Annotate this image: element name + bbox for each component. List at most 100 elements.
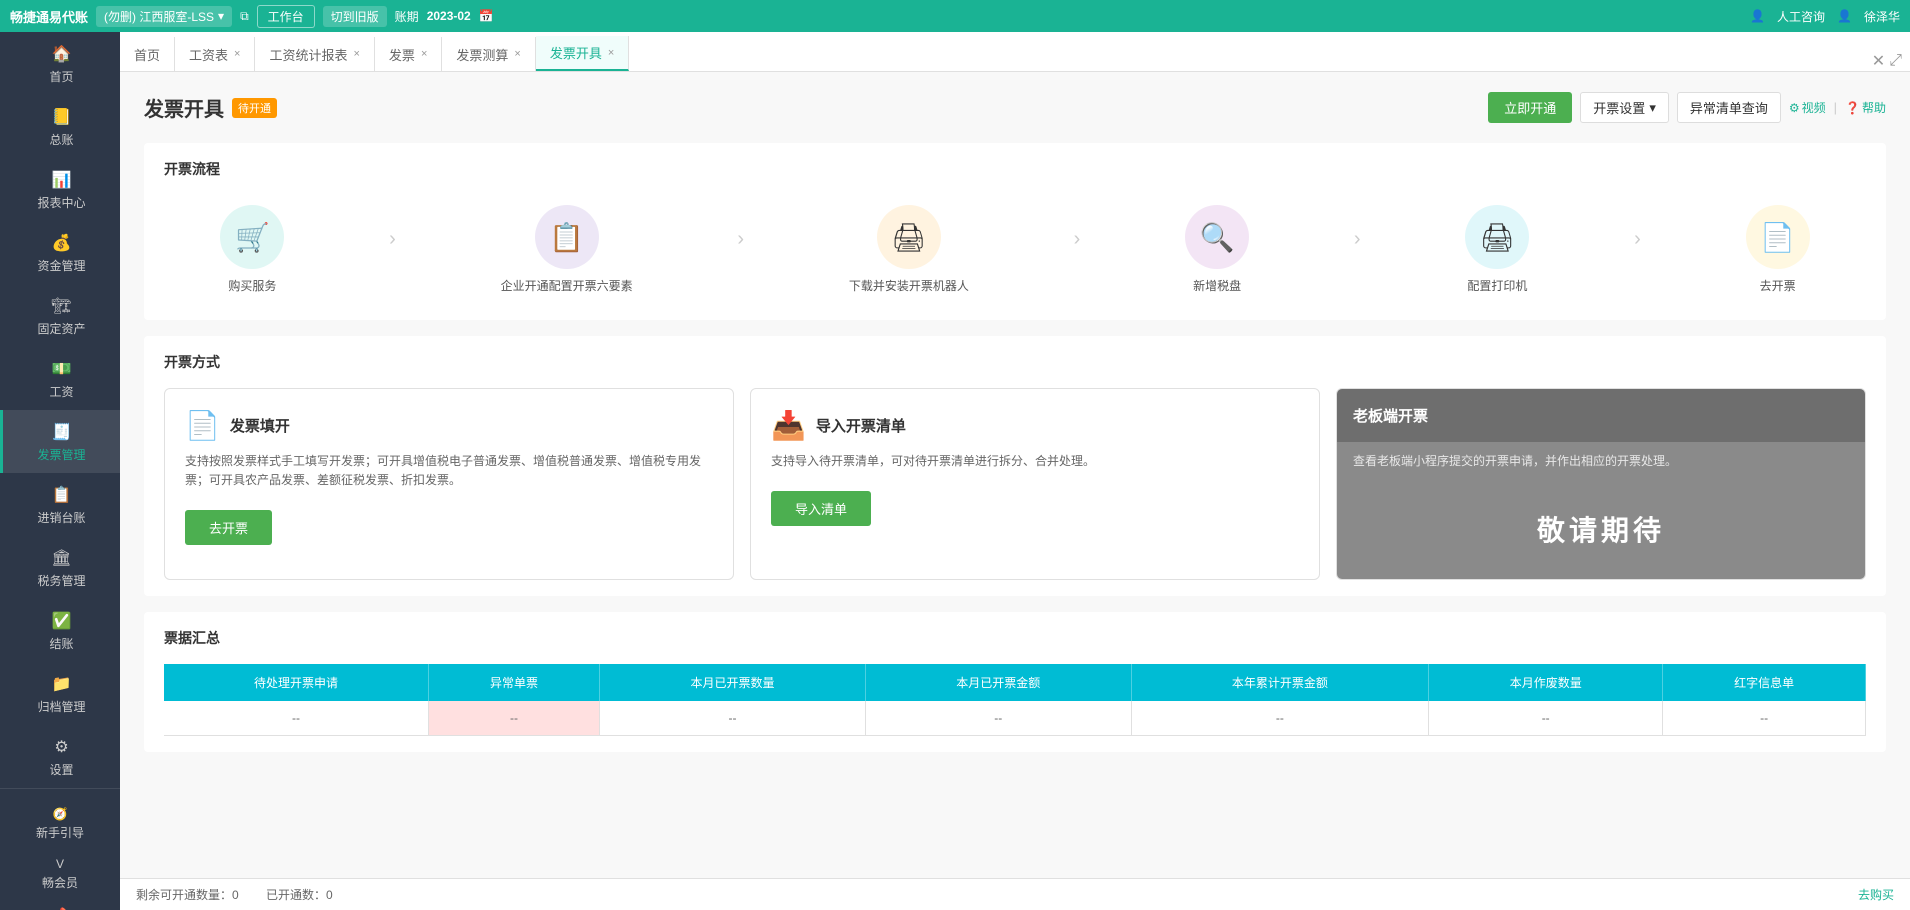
sidebar-label-invoice: 发票管理 (37, 446, 85, 463)
sidebar-item-funds[interactable]: 💰 资金管理 (0, 221, 120, 284)
support-icon: 👤 (1750, 9, 1765, 23)
coming-soon-text: 敬请期待 (1537, 509, 1665, 549)
table-cell: -- (600, 701, 866, 736)
flow-step-issue[interactable]: 📄 去开票 (1746, 205, 1810, 294)
flow-step-add-tax[interactable]: 🔍 新增税盘 (1185, 205, 1249, 294)
flow-step-icon-add-tax: 🔍 (1185, 205, 1249, 269)
flow-step-label-add-tax: 新增税盘 (1193, 277, 1241, 294)
tab-invoice-list[interactable]: 发票 × (375, 37, 442, 71)
tab-payroll-table[interactable]: 工资表× (175, 37, 255, 71)
sidebar-label-guide: 新手引导 (36, 824, 84, 841)
flow-step-icon-config: 📋 (535, 205, 599, 269)
summary-section: 票据汇总 待处理开票申请异常单票本月已开票数量本月已开票金额本年累计开票金额本月… (144, 612, 1886, 752)
help-icon: ❓ (1845, 101, 1860, 115)
sidebar-item-invoice[interactable]: 🧾 发票管理 (0, 410, 120, 473)
sidebar-icon-vip: V (56, 857, 64, 871)
table-cell: -- (1131, 701, 1428, 736)
tab-home[interactable]: 首页 (120, 37, 175, 71)
main-layout: 🏠 首页 📒 总账 📊 报表中心 💰 资金管理 🏗 固定资产 💵 工资 🧾 发票… (0, 32, 1910, 910)
anomaly-query-button[interactable]: 异常清单查询 (1677, 92, 1781, 123)
sidebar-item-ledger[interactable]: 📒 总账 (0, 95, 120, 158)
sidebar-item-settings[interactable]: ⚙ 设置 (0, 725, 120, 788)
status-badge: 待开通 (232, 98, 277, 118)
summary-table-header: 待处理开票申请 (164, 664, 428, 701)
sidebar-icon-reports: 📊 (52, 170, 72, 190)
sidebar-item-purchase[interactable]: 📋 进销台账 (0, 473, 120, 536)
copy-icon[interactable]: ⧉ (240, 9, 249, 24)
tab-label-home: 首页 (134, 45, 160, 64)
support-link[interactable]: 人工咨询 (1777, 8, 1825, 25)
workspace-button[interactable]: 工作台 (257, 5, 315, 28)
dropdown-arrow-icon: ▾ (1649, 100, 1656, 116)
sidebar-icon-settle: ✅ (52, 611, 72, 631)
tab-invoice-calc[interactable]: 发票测算 × (442, 37, 535, 71)
help-link[interactable]: ❓ 帮助 (1845, 99, 1886, 116)
close-tab-icon[interactable]: ✕ (1872, 51, 1885, 71)
summary-table-header: 本年累计开票金额 (1131, 664, 1428, 701)
method-cards: 📄 发票填开 支持按照发票样式手工填写开发票；可开具增值税电子普通发票、增值税普… (164, 388, 1866, 580)
company-selector[interactable]: (勿删) 江西服室-LSS ▾ (96, 6, 232, 27)
calendar-icon[interactable]: 📅 (479, 9, 494, 23)
period-label: 账期 (395, 8, 419, 25)
settings-button[interactable]: 开票设置 ▾ (1580, 92, 1669, 123)
tab-close-payroll-table[interactable]: × (234, 48, 240, 60)
page-title: 发票开具 (144, 93, 224, 122)
tab-label-invoice-calc: 发票测算 (456, 45, 508, 64)
sidebar-item-tax[interactable]: 🏛 税务管理 (0, 536, 120, 599)
table-cell: -- (164, 701, 428, 736)
tab-close-invoice-list[interactable]: × (421, 48, 427, 60)
sidebar-item-vip[interactable]: V 畅会员 (0, 849, 120, 899)
sidebar-item-home[interactable]: 🏠 首页 (0, 32, 120, 95)
sidebar-item-archive[interactable]: 📁 归档管理 (0, 662, 120, 725)
flow-step-config[interactable]: 📋 企业开通配置开票六要素 (501, 205, 633, 294)
flow-step-label-buy-service: 购买服务 (228, 277, 276, 294)
sidebar-label-archive: 归档管理 (37, 698, 85, 715)
flow-step-buy-service[interactable]: 🛒 购买服务 (220, 205, 284, 294)
quota-label: 剩余可开通数量：0 (136, 888, 239, 902)
flow-steps: 🛒 购买服务 › 📋 企业开通配置开票六要素 › 🖨 下载并安装开票机器人 › … (164, 195, 1866, 304)
sidebar-label-ledger: 总账 (49, 131, 73, 148)
sidebar-icon-invoice: 🧾 (52, 422, 72, 442)
pin-action[interactable]: 📌 取消固定 (0, 899, 120, 910)
flow-step-icon-buy-service: 🛒 (220, 205, 284, 269)
immediate-open-button[interactable]: 立即开通 (1488, 92, 1572, 123)
summary-table-header: 本月作废数量 (1429, 664, 1663, 701)
sidebar-label-reports: 报表中心 (37, 194, 85, 211)
sidebar-item-settle[interactable]: ✅ 结账 (0, 599, 120, 662)
billing-methods-section: 开票方式 📄 发票填开 支持按照发票样式手工填写开发票；可开具增值税电子普通发票… (144, 336, 1886, 596)
settings-label: 开票设置 (1593, 98, 1645, 117)
sidebar-item-reports[interactable]: 📊 报表中心 (0, 158, 120, 221)
tab-invoice-tool[interactable]: 发票开具× (536, 36, 629, 71)
page-header-actions: 立即开通 开票设置 ▾ 异常清单查询 ⚙ 视频 | ❓ 帮助 (1488, 92, 1886, 123)
sidebar-item-assets[interactable]: 🏗 固定资产 (0, 284, 120, 347)
flow-arrow: › (389, 228, 396, 251)
flow-step-print-config[interactable]: 🖨 配置打印机 (1465, 205, 1529, 294)
summary-title: 票据汇总 (164, 628, 1866, 648)
tab-close-invoice-calc[interactable]: × (514, 48, 520, 60)
sidebar-icon-tax: 🏛 (51, 548, 71, 568)
method-import-icon: 📥 (771, 409, 806, 442)
sidebar-icon-payroll: 💵 (52, 359, 72, 379)
video-link[interactable]: ⚙ 视频 (1789, 99, 1826, 116)
help-label: 帮助 (1862, 99, 1886, 116)
old-version-button[interactable]: 切到旧版 (323, 6, 387, 27)
flow-step-download[interactable]: 🖨 下载并安装开票机器人 (849, 205, 969, 294)
buy-link[interactable]: 去购买 (1858, 886, 1894, 903)
bottom-bar: 剩余可开通数量：0 已开通数：0 去购买 (120, 878, 1910, 910)
summary-table-header: 本月已开票金额 (865, 664, 1131, 701)
tab-close-payroll-stats[interactable]: × (353, 48, 359, 60)
tab-label-invoice-list: 发票 (389, 45, 415, 64)
user-name[interactable]: 徐泽华 (1864, 8, 1900, 25)
company-name: (勿删) 江西服室-LSS (104, 8, 214, 25)
sidebar-label-payroll: 工资 (49, 383, 73, 400)
method-import-card: 📥 导入开票清单 支持导入待开票清单，可对待开票清单进行拆分、合并处理。 导入清… (750, 388, 1320, 580)
tab-close-invoice-tool[interactable]: × (608, 47, 614, 59)
flow-step-icon-issue: 📄 (1746, 205, 1810, 269)
period-value: 2023-02 (427, 9, 471, 23)
import-invoice-button[interactable]: 导入清单 (771, 491, 871, 526)
sidebar-item-payroll[interactable]: 💵 工资 (0, 347, 120, 410)
tab-payroll-stats[interactable]: 工资统计报表× (255, 37, 374, 71)
expand-icon[interactable]: ⤢ (1889, 52, 1902, 70)
sidebar-item-guide[interactable]: 🧭 新手引导 (0, 799, 120, 849)
fill-invoice-button[interactable]: 去开票 (185, 510, 272, 545)
